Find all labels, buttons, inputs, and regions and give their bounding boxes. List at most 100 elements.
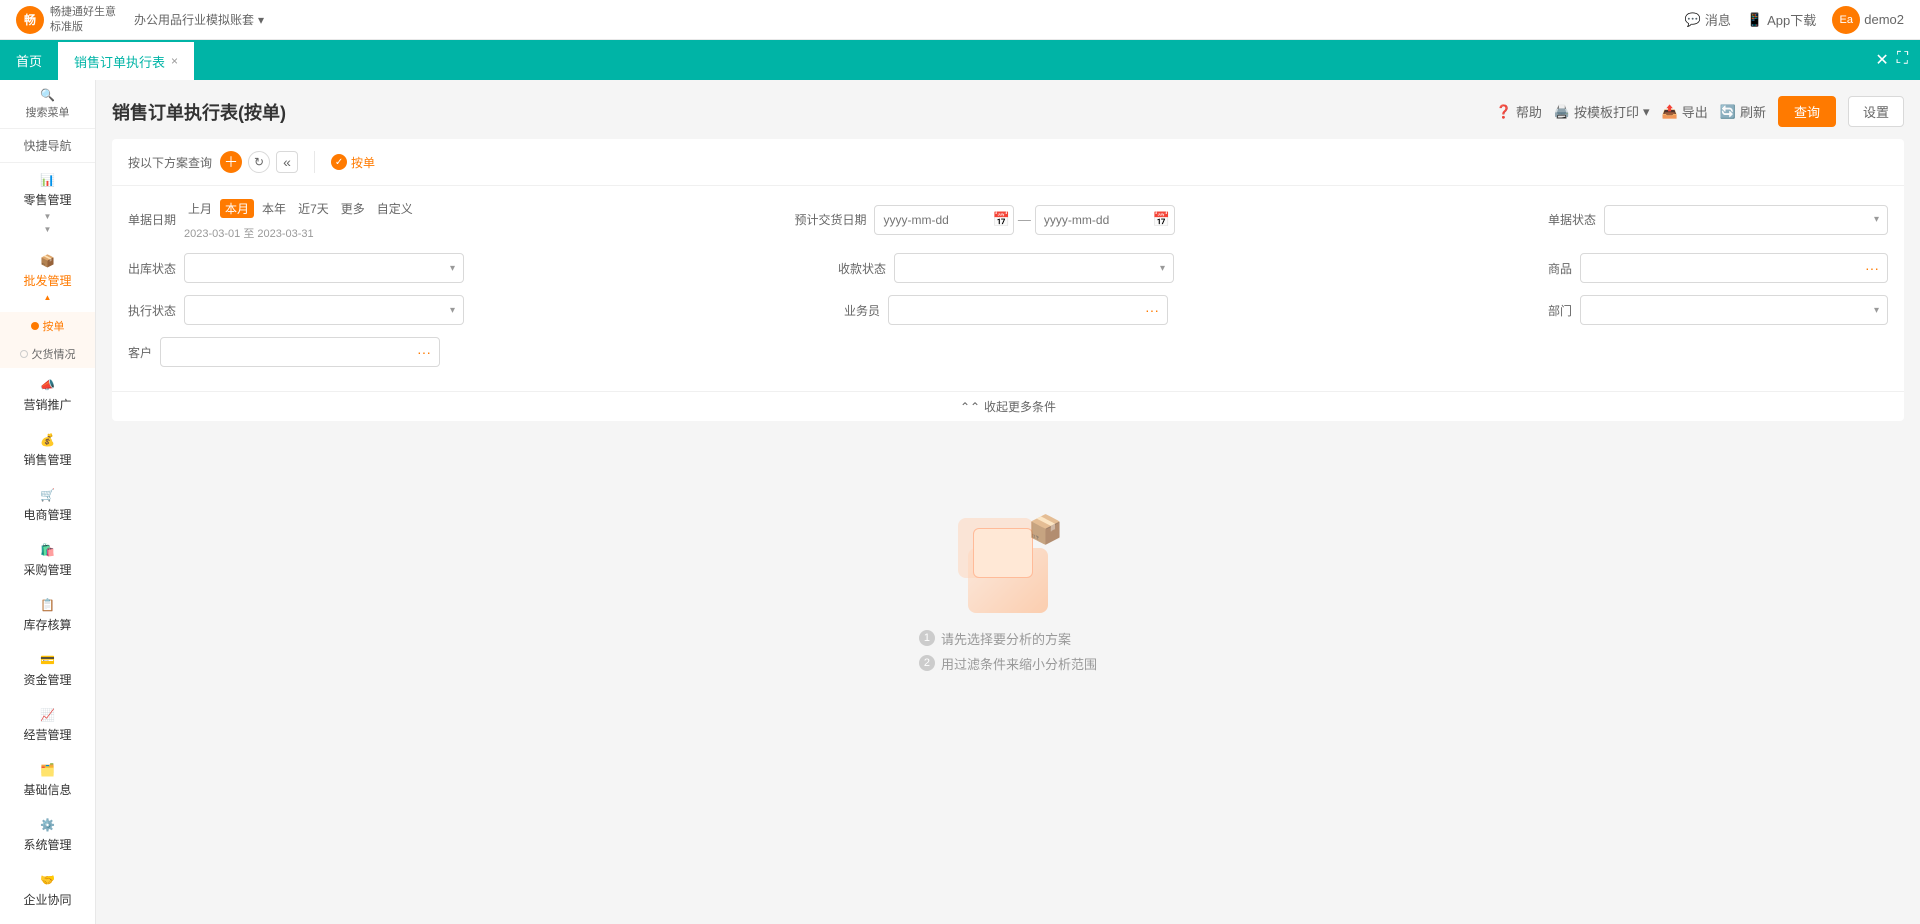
shipment-status-select[interactable]: ▾ — [184, 253, 464, 283]
empty-illustration: 📦 — [953, 513, 1063, 613]
sidebar-sub-item-按单[interactable]: 按单 — [0, 312, 95, 340]
tab-bar: 首页 销售订单执行表 × ✕ ⛶ — [0, 40, 1920, 80]
collapse-bar-inner: ⌃⌃ 收起更多条件 — [960, 398, 1056, 415]
export-button[interactable]: 📤 导出 — [1662, 102, 1708, 121]
logo-area: 畅 畅捷通好生意 标准版 — [16, 5, 116, 34]
date-tab-custom[interactable]: 自定义 — [373, 198, 417, 219]
refresh-button[interactable]: 🔄 刷新 — [1720, 102, 1766, 121]
empty-state: 📦 1 请先选择要分析的方案 2 用过滤条件来缩小分析范围 — [112, 433, 1904, 753]
active-scheme: ✓ 按单 — [331, 154, 375, 171]
close-window-icon[interactable]: ✕ — [1875, 50, 1888, 70]
sidebar-search[interactable]: 🔍 搜索菜单 — [0, 80, 95, 129]
dept-select[interactable]: ▾ — [1580, 295, 1888, 325]
empty-line-2: 2 用过滤条件来缩小分析范围 — [919, 654, 1097, 673]
help-button[interactable]: ❓ 帮助 — [1496, 102, 1542, 121]
tab-close-icon[interactable]: × — [171, 54, 178, 68]
sidebar-item-operations[interactable]: 📈 经营管理 — [0, 698, 95, 753]
sidebar-item-inventory[interactable]: 📋 库存核算 — [0, 588, 95, 643]
chevron-down-icon: ▾ — [1874, 214, 1879, 225]
sidebar-item-basic[interactable]: 🗂️ 基础信息 — [0, 753, 95, 808]
page-header: 销售订单执行表(按单) ❓ 帮助 🖨️ 按模板打印 ▾ 📤 导出 — [112, 96, 1904, 127]
empty-text: 1 请先选择要分析的方案 2 用过滤条件来缩小分析范围 — [919, 629, 1097, 673]
exec-status-field: 执行状态 ▾ — [128, 295, 464, 325]
customer-input[interactable]: ··· — [160, 337, 440, 367]
sidebar-item-sales[interactable]: 💰 销售管理 — [0, 423, 95, 478]
top-bar-left: 畅 畅捷通好生意 标准版 办公用品行业模拟账套 ▾ — [16, 5, 264, 34]
chevron-down-icon: ▾ — [258, 13, 264, 27]
sidebar-item-newbie[interactable]: 🎯 新手引导 — [0, 918, 95, 924]
chevron-down-icon2: ▾ — [450, 263, 455, 274]
filter-row-4: 客户 ··· — [128, 337, 1888, 367]
customer-field: 客户 ··· — [128, 337, 440, 367]
sidebar-quicknav[interactable]: 快捷导航 — [0, 129, 95, 163]
inactive-dot-icon — [20, 350, 28, 358]
expected-date-field: 预计交货日期 📅 — 📅 — [794, 205, 1170, 235]
order-status-select[interactable]: ▾ — [1604, 205, 1888, 235]
industry-selector[interactable]: 办公用品行业模拟账套 ▾ — [134, 11, 264, 28]
add-scheme-button[interactable]: ＋ — [220, 151, 242, 173]
top-bar-right: 💬 消息 📱 App下载 Ea demo2 — [1685, 6, 1904, 34]
date-tab-last-month[interactable]: 上月 — [184, 198, 216, 219]
sidebar-sub-section: 按单 欠货情况 — [0, 312, 95, 368]
more-icon[interactable]: ··· — [1865, 260, 1879, 276]
maximize-icon[interactable]: ⛶ — [1897, 50, 1908, 70]
filter-panel: 按以下方案查询 ＋ ↻ « ✓ 按单 — [112, 139, 1904, 421]
tab-bar-actions: ✕ ⛶ — [1875, 50, 1920, 70]
query-button[interactable]: 查询 — [1778, 96, 1836, 127]
page-actions: ❓ 帮助 🖨️ 按模板打印 ▾ 📤 导出 🔄 刷新 — [1496, 96, 1904, 127]
search-icon: 🔍 — [40, 88, 55, 102]
collapse-scheme-button[interactable]: « — [276, 151, 298, 173]
empty-num-2: 2 — [919, 655, 935, 671]
product-input[interactable]: ··· — [1580, 253, 1888, 283]
shipment-status-field: 出库状态 ▾ — [128, 253, 464, 283]
sidebar-item-ecommerce[interactable]: 🛒 电商管理 — [0, 478, 95, 533]
sidebar-item-system[interactable]: ⚙️ 系统管理 — [0, 808, 95, 863]
more-icon3[interactable]: ··· — [417, 344, 431, 360]
filter-row-2: 出库状态 ▾ 收款状态 ▾ — [128, 253, 1888, 283]
date-calendar-icon2: 📅 — [1153, 211, 1170, 228]
sidebar-item-cooperation[interactable]: 🤝 企业协同 — [0, 863, 95, 918]
date-tab-more[interactable]: 更多 — [337, 198, 369, 219]
sidebar-item-wholesale[interactable]: 📦 批发管理 ▲ — [0, 244, 95, 312]
sidebar-item-retail[interactable]: 📊 零售管理 ▼ — [0, 163, 95, 244]
chevron-down-icon4: ▾ — [450, 305, 455, 316]
exec-status-select[interactable]: ▾ — [184, 295, 464, 325]
page-title: 销售订单执行表(按单) — [112, 99, 286, 125]
print-button[interactable]: 🖨️ 按模板打印 ▾ — [1554, 102, 1650, 121]
message-button[interactable]: 💬 消息 — [1685, 10, 1731, 29]
collapse-bar[interactable]: ⌃⌃ 收起更多条件 — [112, 391, 1904, 421]
date-tab-this-month[interactable]: 本月 — [220, 199, 254, 218]
refresh-scheme-button[interactable]: ↻ — [248, 151, 270, 173]
help-icon: ❓ — [1496, 104, 1512, 120]
filter-row-1: 单据日期 上月 本月 本年 近7天 更多 自定义 20 — [128, 198, 1888, 241]
salesperson-input[interactable]: ··· — [888, 295, 1168, 325]
payment-status-select[interactable]: ▾ — [894, 253, 1174, 283]
date-tabs: 上月 本月 本年 近7天 更多 自定义 — [184, 198, 417, 219]
empty-figure-icon: 📦 — [1028, 513, 1063, 546]
tab-active[interactable]: 销售订单执行表 × — [58, 40, 194, 80]
phone-icon: 📱 — [1747, 12, 1763, 28]
sidebar-item-purchase[interactable]: 🛍️ 采购管理 — [0, 533, 95, 588]
sidebar-sub-item-欠货情况[interactable]: 欠货情况 — [0, 340, 95, 368]
settings-button[interactable]: 设置 — [1848, 96, 1904, 127]
sidebar-item-marketing[interactable]: 📣 营销推广 — [0, 368, 95, 423]
sidebar-item-finance[interactable]: 💳 资金管理 — [0, 643, 95, 698]
scheme-section: 按以下方案查询 ＋ ↻ « — [128, 151, 315, 173]
user-menu[interactable]: Ea demo2 — [1832, 6, 1904, 34]
export-icon: 📤 — [1662, 104, 1678, 120]
active-dot-icon — [31, 322, 39, 330]
refresh-icon: 🔄 — [1720, 104, 1736, 120]
date-tab-this-year[interactable]: 本年 — [258, 198, 290, 219]
salesperson-field: 业务员 ··· — [844, 295, 1168, 325]
date-tab-7days[interactable]: 近7天 — [294, 198, 333, 219]
sidebar: 🔍 搜索菜单 快捷导航 📊 零售管理 ▼ 📦 批发管理 ▲ — [0, 80, 96, 924]
app-download-button[interactable]: 📱 App下载 — [1747, 10, 1816, 29]
tab-home[interactable]: 首页 — [0, 40, 58, 80]
payment-status-field: 收款状态 ▾ — [838, 253, 1174, 283]
empty-num-1: 1 — [919, 630, 935, 646]
order-status-field: 单据状态 ▾ — [1548, 205, 1888, 235]
empty-line-1: 1 请先选择要分析的方案 — [919, 629, 1097, 648]
filter-row-3: 执行状态 ▾ 业务员 ··· — [128, 295, 1888, 325]
print-icon: 🖨️ — [1554, 104, 1570, 120]
more-icon2[interactable]: ··· — [1145, 302, 1159, 318]
